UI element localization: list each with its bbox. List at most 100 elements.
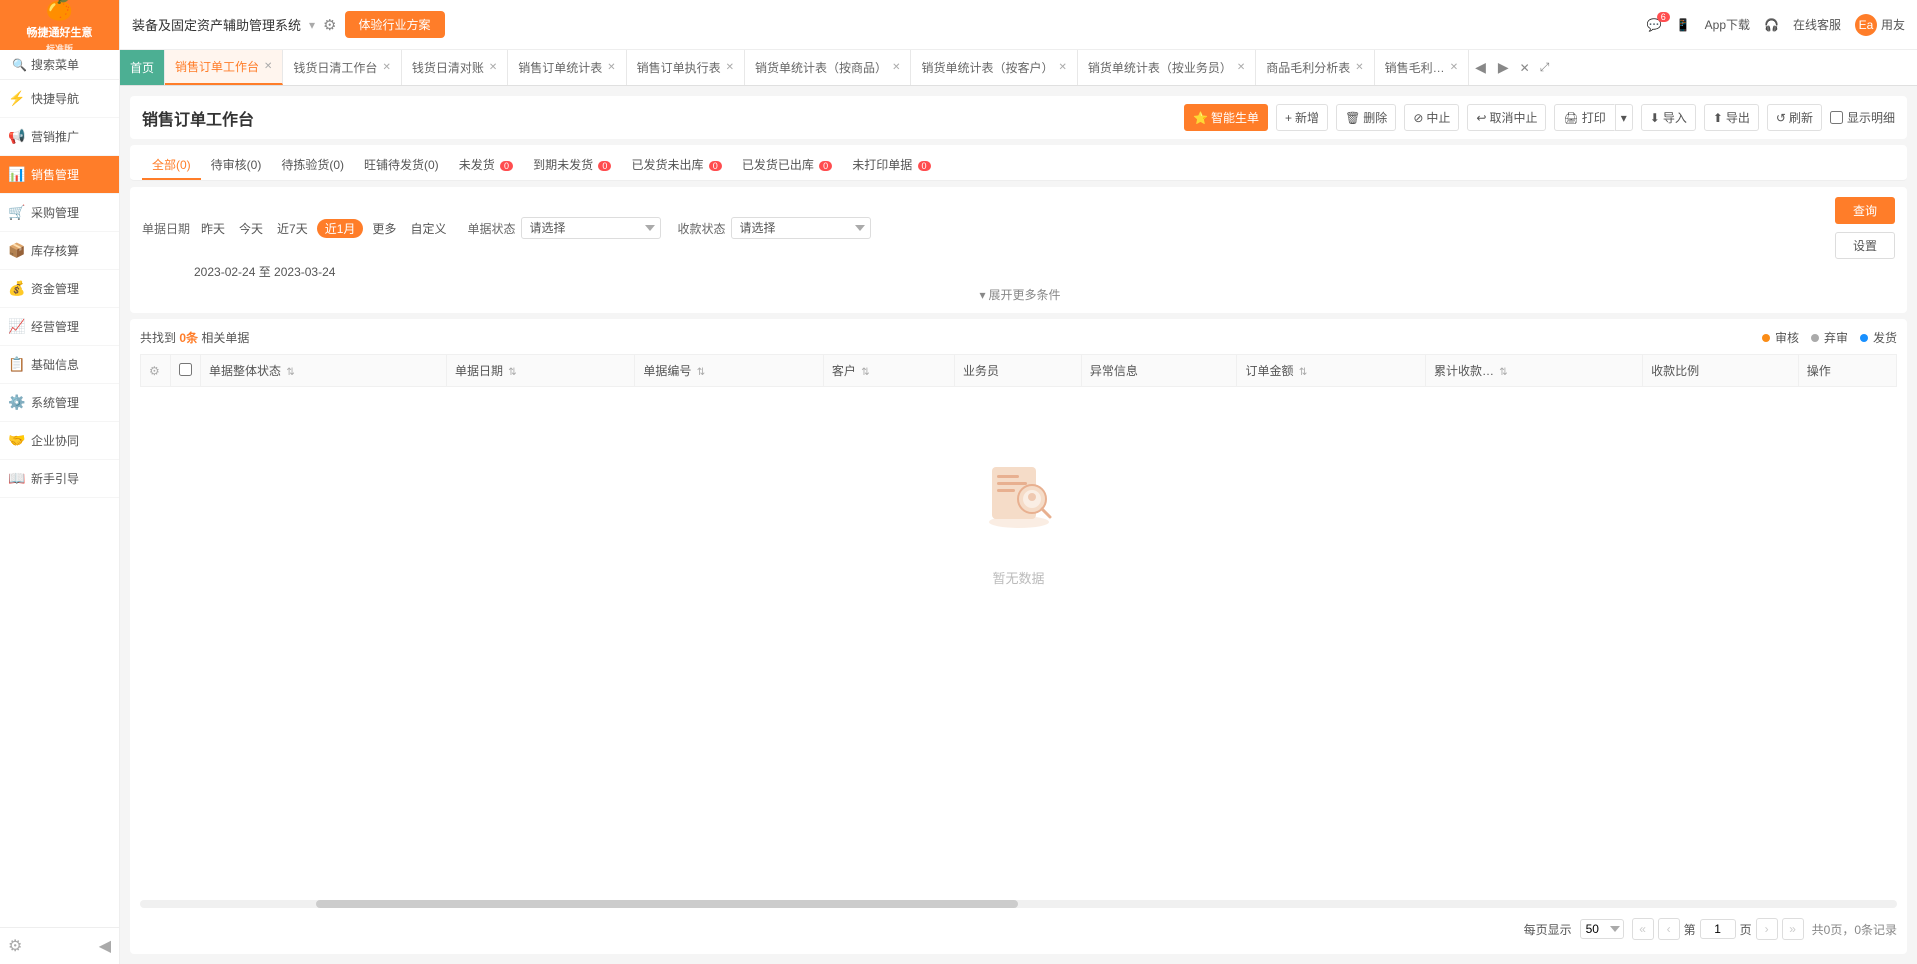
tab-close-icon-5[interactable]: ✕	[726, 62, 734, 73]
date-opt-more[interactable]: 更多	[367, 218, 401, 239]
display-detail-checkbox[interactable]	[1830, 111, 1843, 124]
print-dropdown-button[interactable]: ▾	[1615, 104, 1633, 131]
tab-close-icon[interactable]: ✕	[264, 61, 272, 72]
set-button[interactable]: 设置	[1835, 232, 1895, 259]
sub-tab-unprinted[interactable]: 未打印单据 0	[842, 151, 940, 180]
sort-customer-icon[interactable]: ⇅	[861, 367, 869, 378]
page-last-button[interactable]: »	[1782, 918, 1804, 940]
sidebar-item-guide[interactable]: 📖 新手引导	[0, 460, 119, 498]
sub-tab-overdue[interactable]: 到期未发货 0	[523, 151, 621, 180]
sub-tab-pending-review[interactable]: 待审核(0)	[201, 151, 272, 180]
sort-status-icon[interactable]: ⇅	[286, 367, 294, 378]
tab-sales-staff[interactable]: 销货单统计表（按业务员） ✕	[1078, 50, 1256, 85]
sub-tab-all[interactable]: 全部(0)	[142, 151, 201, 180]
sidebar-item-enterprise[interactable]: 🤝 企业协同	[0, 422, 119, 460]
sub-tab-pending-check[interactable]: 待拣验货(0)	[271, 151, 354, 180]
export-button[interactable]: ⬆ 导出	[1704, 104, 1759, 131]
tab-sales-gross[interactable]: 销售毛利… ✕	[1375, 50, 1469, 85]
expand-more-button[interactable]: ▾ 展开更多条件	[142, 286, 1895, 303]
th-staff: 业务员	[954, 355, 1081, 387]
user-info[interactable]: Ea 用友	[1855, 14, 1905, 36]
sub-tab-unshipped[interactable]: 未发货 0	[449, 151, 523, 180]
payment-select[interactable]: 请选择	[731, 217, 871, 239]
smart-order-label: 智能生单	[1211, 109, 1259, 126]
horizontal-scrollbar[interactable]	[140, 900, 1897, 908]
tab-close-icon-8[interactable]: ✕	[1237, 62, 1245, 73]
tab-sales-goods[interactable]: 销货单统计表（按商品） ✕	[745, 50, 911, 85]
tab-sales-stat[interactable]: 销售订单统计表 ✕	[508, 50, 626, 85]
date-opt-7days[interactable]: 近7天	[272, 218, 313, 239]
stop-button[interactable]: ⊘ 中止	[1404, 104, 1459, 131]
cancel-stop-button[interactable]: ↩ 取消中止	[1467, 104, 1546, 131]
page-number-input[interactable]	[1700, 919, 1736, 939]
revoke-action-btn[interactable]: 弃审	[1811, 329, 1848, 346]
sidebar-settings-icon[interactable]: ⚙	[8, 936, 22, 956]
sidebar-item-inventory[interactable]: 📦 库存核算	[0, 232, 119, 270]
query-button[interactable]: 查询	[1835, 197, 1895, 224]
sub-tab-wangpu[interactable]: 旺铺待发货(0)	[354, 151, 449, 180]
status-select[interactable]: 请选择	[521, 217, 661, 239]
page-first-button[interactable]: «	[1632, 918, 1654, 940]
tab-close-icon-7[interactable]: ✕	[1058, 62, 1066, 73]
sidebar-item-quick-nav[interactable]: ⚡ 快捷导航	[0, 80, 119, 118]
tab-sales-order-workbench[interactable]: 销售订单工作台 ✕	[165, 50, 283, 85]
page-prev-button[interactable]: ‹	[1658, 918, 1680, 940]
ship-action-btn[interactable]: 发货	[1860, 329, 1897, 346]
per-page-select[interactable]: 50 10 20 100	[1580, 919, 1624, 939]
review-action-btn[interactable]: 审核	[1762, 329, 1799, 346]
tab-sales-exec[interactable]: 销售订单执行表 ✕	[627, 50, 745, 85]
tab-home[interactable]: 首页	[120, 50, 165, 85]
tab-close-icon-10[interactable]: ✕	[1450, 62, 1458, 73]
sort-number-icon[interactable]: ⇅	[697, 367, 705, 378]
add-button[interactable]: + 新增	[1276, 104, 1328, 131]
tab-close-icon-6[interactable]: ✕	[892, 62, 900, 73]
sidebar-item-operations[interactable]: 📈 经营管理	[0, 308, 119, 346]
sort-date-icon[interactable]: ⇅	[508, 367, 516, 378]
tab-cash-daily[interactable]: 钱货日清工作台 ✕	[283, 50, 401, 85]
print-button[interactable]: 🖨 打印	[1554, 104, 1614, 131]
sub-tab-shipped-not-out[interactable]: 已发货未出库 0	[621, 151, 731, 180]
app-download-link[interactable]: App下载	[1705, 16, 1750, 33]
tab-close-icon-9[interactable]: ✕	[1355, 62, 1363, 73]
date-opt-custom[interactable]: 自定义	[405, 218, 451, 239]
sidebar-item-finance[interactable]: 💰 资金管理	[0, 270, 119, 308]
sidebar-item-search[interactable]: 🔍 搜索菜单	[0, 50, 119, 80]
sidebar-item-system[interactable]: ⚙️ 系统管理	[0, 384, 119, 422]
sidebar-item-base-info[interactable]: 📋 基础信息	[0, 346, 119, 384]
tab-cash-reconcile[interactable]: 钱货日清对账 ✕	[402, 50, 508, 85]
tab-close-icon-4[interactable]: ✕	[607, 62, 615, 73]
message-badge-wrap[interactable]: 💬 6	[1647, 18, 1662, 32]
import-button[interactable]: ⬇ 导入	[1641, 104, 1696, 131]
select-all-checkbox[interactable]	[179, 363, 192, 376]
date-opt-yesterday[interactable]: 昨天	[196, 218, 230, 239]
tab-maximize-button[interactable]: ⤢	[1535, 60, 1555, 75]
system-gear-icon[interactable]: ⚙	[323, 16, 336, 34]
tab-nav-next[interactable]: ▶	[1492, 50, 1515, 85]
sub-tab-shipped-out[interactable]: 已发货已出库 0	[732, 151, 842, 180]
online-service-link[interactable]: 在线客服	[1793, 16, 1841, 33]
date-opt-1month[interactable]: 近1月	[317, 219, 364, 238]
settings-col-icon[interactable]: ⚙	[149, 364, 160, 378]
industry-solution-button[interactable]: 体验行业方案	[345, 11, 445, 38]
sort-amount-icon[interactable]: ⇅	[1299, 367, 1307, 378]
sidebar-collapse-icon[interactable]: ◀	[99, 936, 111, 956]
smart-order-button[interactable]: ⭐ 智能生单	[1184, 104, 1268, 131]
scrollbar-thumb[interactable]	[316, 900, 1019, 908]
sort-cumulative-icon[interactable]: ⇅	[1499, 367, 1507, 378]
tab-nav-prev[interactable]: ◀	[1469, 50, 1492, 85]
sidebar-item-purchase[interactable]: 🛒 采购管理	[0, 194, 119, 232]
date-opt-today[interactable]: 今天	[234, 218, 268, 239]
tab-sales-customer[interactable]: 销货单统计表（按客户） ✕	[911, 50, 1077, 85]
tab-close-icon-3[interactable]: ✕	[489, 62, 497, 73]
th-date: 单据日期 ⇅	[446, 355, 634, 387]
sidebar-item-sales[interactable]: 📊 销售管理	[0, 156, 119, 194]
sidebar-item-marketing[interactable]: 📢 营销推广	[0, 118, 119, 156]
tab-close-all-button[interactable]: ✕	[1515, 61, 1535, 75]
system-arrow-icon[interactable]: ▾	[309, 18, 315, 32]
app-version: 标准版	[46, 42, 73, 55]
page-next-button[interactable]: ›	[1756, 918, 1778, 940]
tab-gross-profit[interactable]: 商品毛利分析表 ✕	[1256, 50, 1374, 85]
delete-button[interactable]: 🗑 删除	[1336, 104, 1396, 131]
refresh-button[interactable]: ↺ 刷新	[1767, 104, 1822, 131]
tab-close-icon-2[interactable]: ✕	[382, 62, 390, 73]
